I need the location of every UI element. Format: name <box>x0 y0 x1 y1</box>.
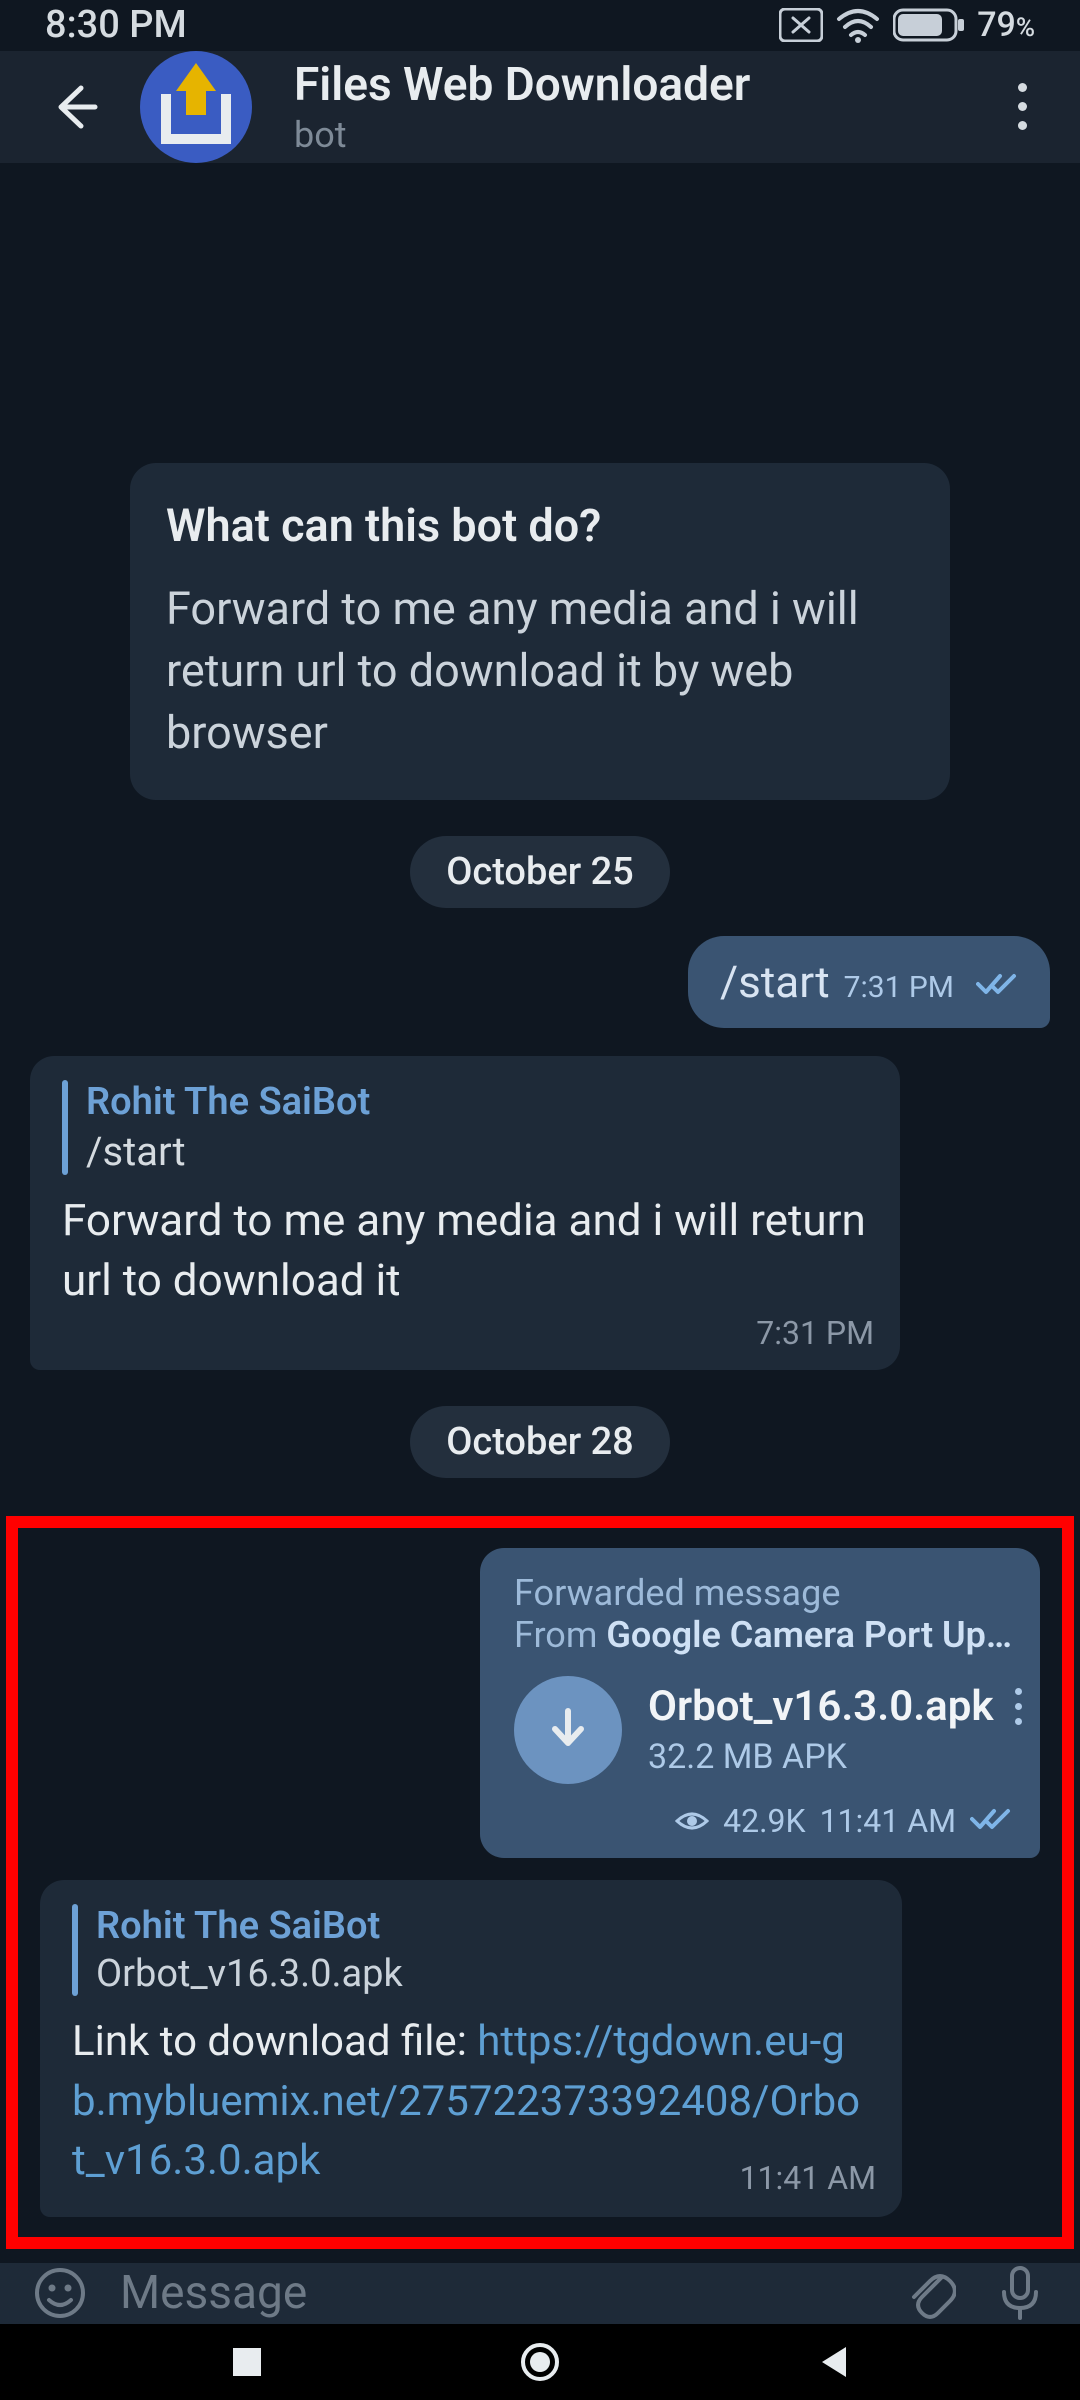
file-meta: 32.2 MB APK <box>648 1737 994 1777</box>
emoji-button[interactable] <box>30 2263 90 2323</box>
forwarded-label: Forwarded message <box>514 1572 1012 1614</box>
message-time: 11:41 AM <box>820 1802 956 1840</box>
status-bar: 8:30 PM 79% <box>0 0 1080 51</box>
read-receipt-icon <box>970 1802 1012 1840</box>
rotation-lock-icon <box>779 8 823 42</box>
highlight-annotation: Forwarded message From Google Camera Por… <box>6 1516 1074 2249</box>
message-text: /start <box>720 956 830 1008</box>
chat-avatar[interactable] <box>140 51 252 163</box>
message-input-bar: Message <box>0 2263 1080 2324</box>
reply-original-text: /start <box>86 1128 370 1175</box>
recent-apps-button[interactable] <box>222 2337 272 2387</box>
message-time: 11:41 AM <box>740 2159 876 2197</box>
wifi-icon <box>835 7 881 43</box>
outgoing-message[interactable]: /start 7:31 PM <box>688 936 1050 1028</box>
back-nav-button[interactable] <box>808 2337 858 2387</box>
back-button[interactable] <box>44 77 104 137</box>
message-time: 7:31 PM <box>844 970 954 1005</box>
chat-area[interactable]: What can this bot do? Forward to me any … <box>0 163 1080 2249</box>
date-separator: October 28 <box>410 1406 670 1478</box>
file-name: Orbot_v16.3.0.apk <box>648 1682 994 1731</box>
message-input[interactable]: Message <box>120 2266 870 2320</box>
read-receipt-icon <box>976 971 1018 997</box>
chat-header: Files Web Downloader bot <box>0 51 1080 163</box>
download-file-icon[interactable] <box>514 1676 622 1784</box>
date-separator: October 25 <box>410 836 670 908</box>
views-icon <box>675 1809 709 1833</box>
battery-icon <box>893 7 965 43</box>
bot-intro-question: What can this bot do? <box>166 499 914 552</box>
forwarded-from: From Google Camera Port Up… <box>514 1614 1012 1656</box>
chat-title: Files Web Downloader <box>294 58 956 112</box>
navigation-bar <box>0 2324 1080 2400</box>
views-count: 42.9K <box>723 1802 805 1840</box>
reply-reference[interactable]: Rohit The SaiBot Orbot_v16.3.0.apk <box>72 1904 870 1996</box>
reply-original-text: Orbot_v16.3.0.apk <box>96 1952 403 1996</box>
status-right: 79% <box>779 5 1035 45</box>
upload-arrow-icon <box>176 63 216 91</box>
reply-reference[interactable]: Rohit The SaiBot /start <box>62 1080 868 1175</box>
reply-from-name: Rohit The SaiBot <box>86 1080 370 1124</box>
chat-subtitle: bot <box>294 114 956 156</box>
more-options-button[interactable] <box>992 77 1052 137</box>
outgoing-file-message[interactable]: Forwarded message From Google Camera Por… <box>480 1548 1040 1858</box>
battery-percent: 79% <box>977 5 1035 45</box>
incoming-message[interactable]: Rohit The SaiBot /start Forward to me an… <box>30 1056 900 1370</box>
attach-button[interactable] <box>900 2263 960 2323</box>
message-text: Forward to me any media and i will retur… <box>62 1191 868 1310</box>
reply-from-name: Rohit The SaiBot <box>96 1904 403 1948</box>
chat-title-block[interactable]: Files Web Downloader bot <box>294 58 956 156</box>
status-time: 8:30 PM <box>45 3 187 47</box>
home-button[interactable] <box>515 2337 565 2387</box>
incoming-message[interactable]: Rohit The SaiBot Orbot_v16.3.0.apk Link … <box>40 1880 902 2217</box>
bot-intro-body: Forward to me any media and i will retur… <box>166 578 914 764</box>
arrow-left-icon <box>47 80 101 134</box>
bot-intro-bubble[interactable]: What can this bot do? Forward to me any … <box>130 463 950 800</box>
voice-button[interactable] <box>990 2263 1050 2323</box>
file-more-button[interactable] <box>1015 1688 1022 1725</box>
message-time: 7:31 PM <box>756 1314 874 1352</box>
